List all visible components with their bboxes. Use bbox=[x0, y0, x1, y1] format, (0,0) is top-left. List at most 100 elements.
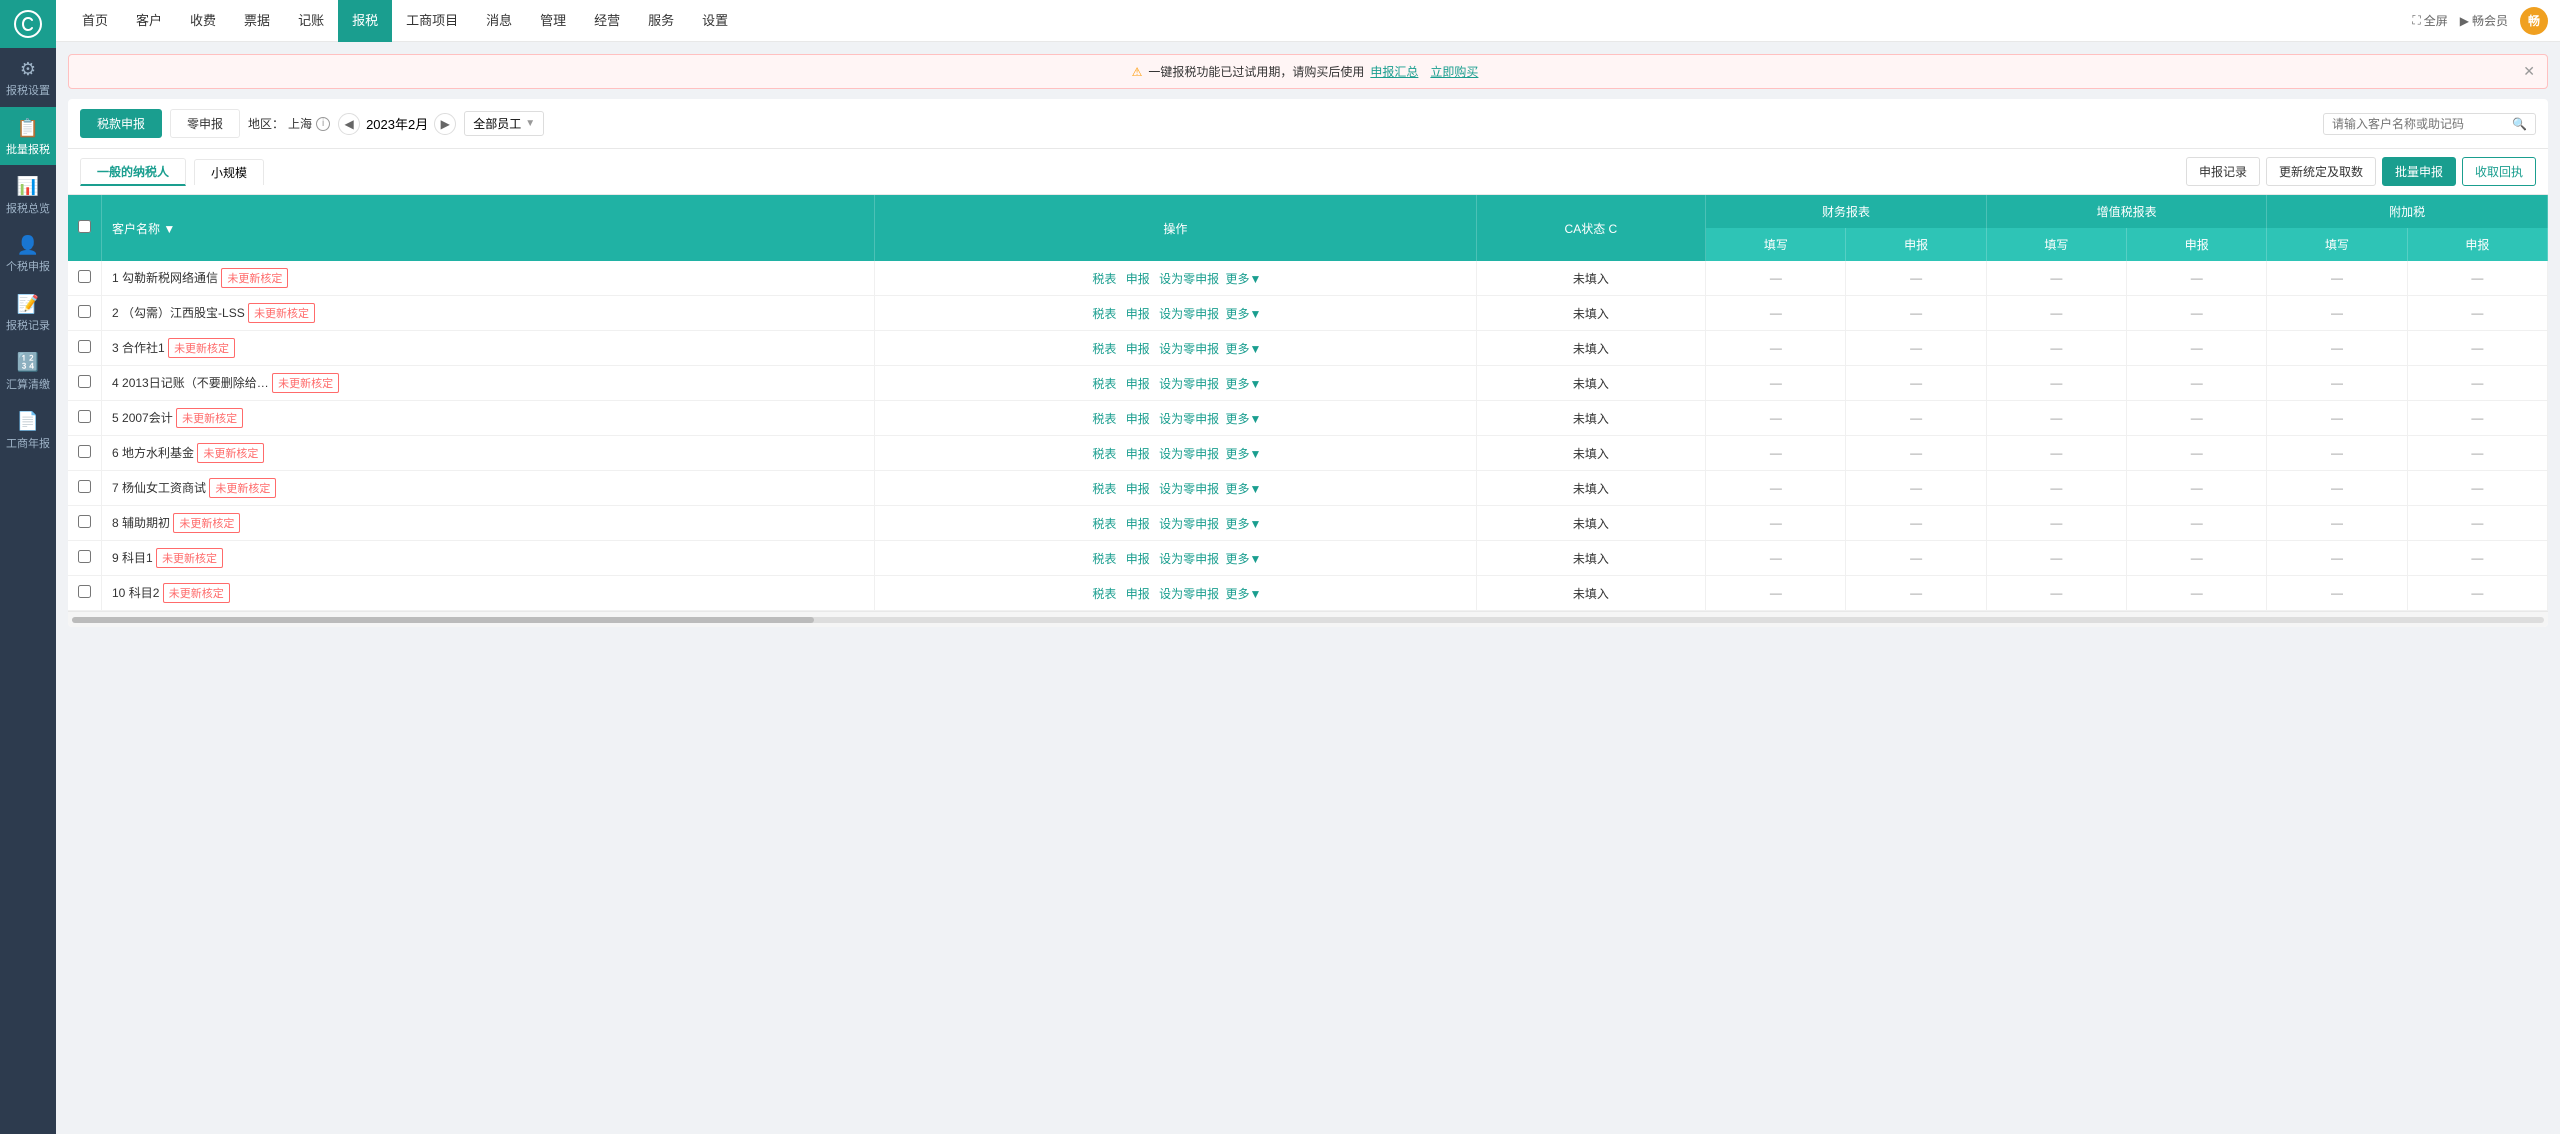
sidebar-item-tax-settings[interactable]: ⚙ 报税设置 bbox=[0, 48, 56, 107]
banner-close-button[interactable]: ✕ bbox=[2523, 63, 2535, 80]
nav-services[interactable]: 服务 bbox=[634, 0, 688, 42]
action-zero-declare[interactable]: 设为零申报 bbox=[1159, 482, 1219, 496]
staff-selector[interactable]: 全部员工 ▼ bbox=[464, 111, 544, 136]
horizontal-scrollbar[interactable] bbox=[68, 611, 2548, 627]
action-declare[interactable]: 申报 bbox=[1126, 272, 1150, 286]
row-ca-status: 未填入 bbox=[1476, 436, 1706, 471]
row-index: 5 bbox=[112, 411, 119, 425]
zero-declare-tab[interactable]: 零申报 bbox=[170, 109, 240, 138]
action-declare[interactable]: 申报 bbox=[1126, 587, 1150, 601]
row-select-checkbox[interactable] bbox=[78, 480, 91, 493]
row-select-checkbox[interactable] bbox=[78, 340, 91, 353]
search-icon[interactable]: 🔍 bbox=[2512, 117, 2527, 131]
nav-billing[interactable]: 收费 bbox=[176, 0, 230, 42]
row-declare-2: — bbox=[2127, 471, 2267, 506]
action-declare[interactable]: 申报 bbox=[1126, 447, 1150, 461]
action-zero-declare[interactable]: 设为零申报 bbox=[1159, 272, 1219, 286]
action-tax-table[interactable]: 税表 bbox=[1092, 447, 1116, 461]
row-select-checkbox[interactable] bbox=[78, 515, 91, 528]
general-taxpayer-tab[interactable]: 一般的纳税人 bbox=[80, 158, 186, 186]
action-more[interactable]: 更多▼ bbox=[1225, 587, 1261, 601]
search-input[interactable] bbox=[2332, 117, 2512, 131]
action-more[interactable]: 更多▼ bbox=[1225, 447, 1261, 461]
action-tax-table[interactable]: 税表 bbox=[1092, 272, 1116, 286]
action-tax-table[interactable]: 税表 bbox=[1092, 342, 1116, 356]
update-button[interactable]: 更新统定及取数 bbox=[2266, 157, 2376, 186]
action-more[interactable]: 更多▼ bbox=[1225, 272, 1261, 286]
action-declare[interactable]: 申报 bbox=[1126, 307, 1150, 321]
row-declare-3: — bbox=[2407, 576, 2547, 611]
date-prev-button[interactable]: ◀ bbox=[338, 113, 360, 135]
user-avatar[interactable]: 畅 bbox=[2520, 7, 2548, 35]
action-tax-table[interactable]: 税表 bbox=[1092, 412, 1116, 426]
select-all-checkbox[interactable] bbox=[78, 220, 91, 233]
action-declare[interactable]: 申报 bbox=[1126, 412, 1150, 426]
action-more[interactable]: 更多▼ bbox=[1225, 377, 1261, 391]
sidebar-item-batch-tax[interactable]: 📋 批量报税 bbox=[0, 107, 56, 166]
row-fill-3: — bbox=[2267, 471, 2407, 506]
row-fill-2: — bbox=[1986, 506, 2126, 541]
action-declare[interactable]: 申报 bbox=[1126, 377, 1150, 391]
action-more[interactable]: 更多▼ bbox=[1225, 517, 1261, 531]
action-more[interactable]: 更多▼ bbox=[1225, 482, 1261, 496]
nav-settings[interactable]: 设置 bbox=[688, 0, 742, 42]
action-more[interactable]: 更多▼ bbox=[1225, 342, 1261, 356]
nav-accounting[interactable]: 记账 bbox=[284, 0, 338, 42]
action-tax-table[interactable]: 税表 bbox=[1092, 517, 1116, 531]
row-select-checkbox[interactable] bbox=[78, 445, 91, 458]
action-more[interactable]: 更多▼ bbox=[1225, 307, 1261, 321]
action-declare[interactable]: 申报 bbox=[1126, 342, 1150, 356]
row-checkbox bbox=[68, 541, 102, 576]
action-tax-table[interactable]: 税表 bbox=[1092, 552, 1116, 566]
nav-messages[interactable]: 消息 bbox=[472, 0, 526, 42]
th-ca-status: CA状态 C bbox=[1476, 195, 1706, 261]
action-tax-table[interactable]: 税表 bbox=[1092, 482, 1116, 496]
nav-tax[interactable]: 报税 bbox=[338, 0, 392, 42]
row-select-checkbox[interactable] bbox=[78, 305, 91, 318]
action-zero-declare[interactable]: 设为零申报 bbox=[1159, 342, 1219, 356]
row-select-checkbox[interactable] bbox=[78, 550, 91, 563]
nav-operations[interactable]: 经营 bbox=[580, 0, 634, 42]
tax-declare-tab[interactable]: 税款申报 bbox=[80, 109, 162, 138]
action-declare[interactable]: 申报 bbox=[1126, 552, 1150, 566]
action-more[interactable]: 更多▼ bbox=[1225, 552, 1261, 566]
sort-icon[interactable]: ▼ bbox=[163, 222, 175, 236]
nav-home[interactable]: 首页 bbox=[68, 0, 122, 42]
collect-button[interactable]: 收取回执 bbox=[2462, 157, 2536, 186]
row-select-checkbox[interactable] bbox=[78, 585, 91, 598]
region-info-icon[interactable]: i bbox=[316, 117, 330, 131]
sidebar-item-personal-tax[interactable]: 👤 个税申报 bbox=[0, 224, 56, 283]
upgrade-button[interactable]: ▶ 畅会员 bbox=[2460, 12, 2508, 29]
sidebar-item-tax-records[interactable]: 📝 报税记录 bbox=[0, 283, 56, 342]
batch-declare-button[interactable]: 批量申报 bbox=[2382, 157, 2456, 186]
fullscreen-button[interactable]: ⛶ 全屏 bbox=[2412, 12, 2447, 29]
sidebar-item-annual-report[interactable]: 📄 工商年报 bbox=[0, 400, 56, 459]
action-tax-table[interactable]: 税表 bbox=[1092, 377, 1116, 391]
row-select-checkbox[interactable] bbox=[78, 410, 91, 423]
record-button[interactable]: 申报记录 bbox=[2186, 157, 2260, 186]
action-zero-declare[interactable]: 设为零申报 bbox=[1159, 447, 1219, 461]
action-tax-table[interactable]: 税表 bbox=[1092, 307, 1116, 321]
action-zero-declare[interactable]: 设为零申报 bbox=[1159, 307, 1219, 321]
banner-link-buy[interactable]: 立即购买 bbox=[1430, 63, 1478, 80]
action-more[interactable]: 更多▼ bbox=[1225, 412, 1261, 426]
nav-clients[interactable]: 客户 bbox=[122, 0, 176, 42]
action-zero-declare[interactable]: 设为零申报 bbox=[1159, 412, 1219, 426]
action-declare[interactable]: 申报 bbox=[1126, 517, 1150, 531]
action-zero-declare[interactable]: 设为零申报 bbox=[1159, 517, 1219, 531]
date-next-button[interactable]: ▶ bbox=[434, 113, 456, 135]
banner-link-report[interactable]: 申报汇总 bbox=[1370, 63, 1418, 80]
nav-management[interactable]: 管理 bbox=[526, 0, 580, 42]
sidebar-item-tax-overview[interactable]: 📊 报税总览 bbox=[0, 165, 56, 224]
small-scale-tab[interactable]: 小规模 bbox=[194, 159, 264, 185]
action-zero-declare[interactable]: 设为零申报 bbox=[1159, 377, 1219, 391]
row-select-checkbox[interactable] bbox=[78, 375, 91, 388]
action-zero-declare[interactable]: 设为零申报 bbox=[1159, 552, 1219, 566]
nav-business[interactable]: 工商项目 bbox=[392, 0, 472, 42]
sidebar-item-annual-settlement[interactable]: 🔢 汇算清缴 bbox=[0, 341, 56, 400]
action-tax-table[interactable]: 税表 bbox=[1092, 587, 1116, 601]
action-zero-declare[interactable]: 设为零申报 bbox=[1159, 587, 1219, 601]
row-select-checkbox[interactable] bbox=[78, 270, 91, 283]
action-declare[interactable]: 申报 bbox=[1126, 482, 1150, 496]
nav-invoices[interactable]: 票据 bbox=[230, 0, 284, 42]
